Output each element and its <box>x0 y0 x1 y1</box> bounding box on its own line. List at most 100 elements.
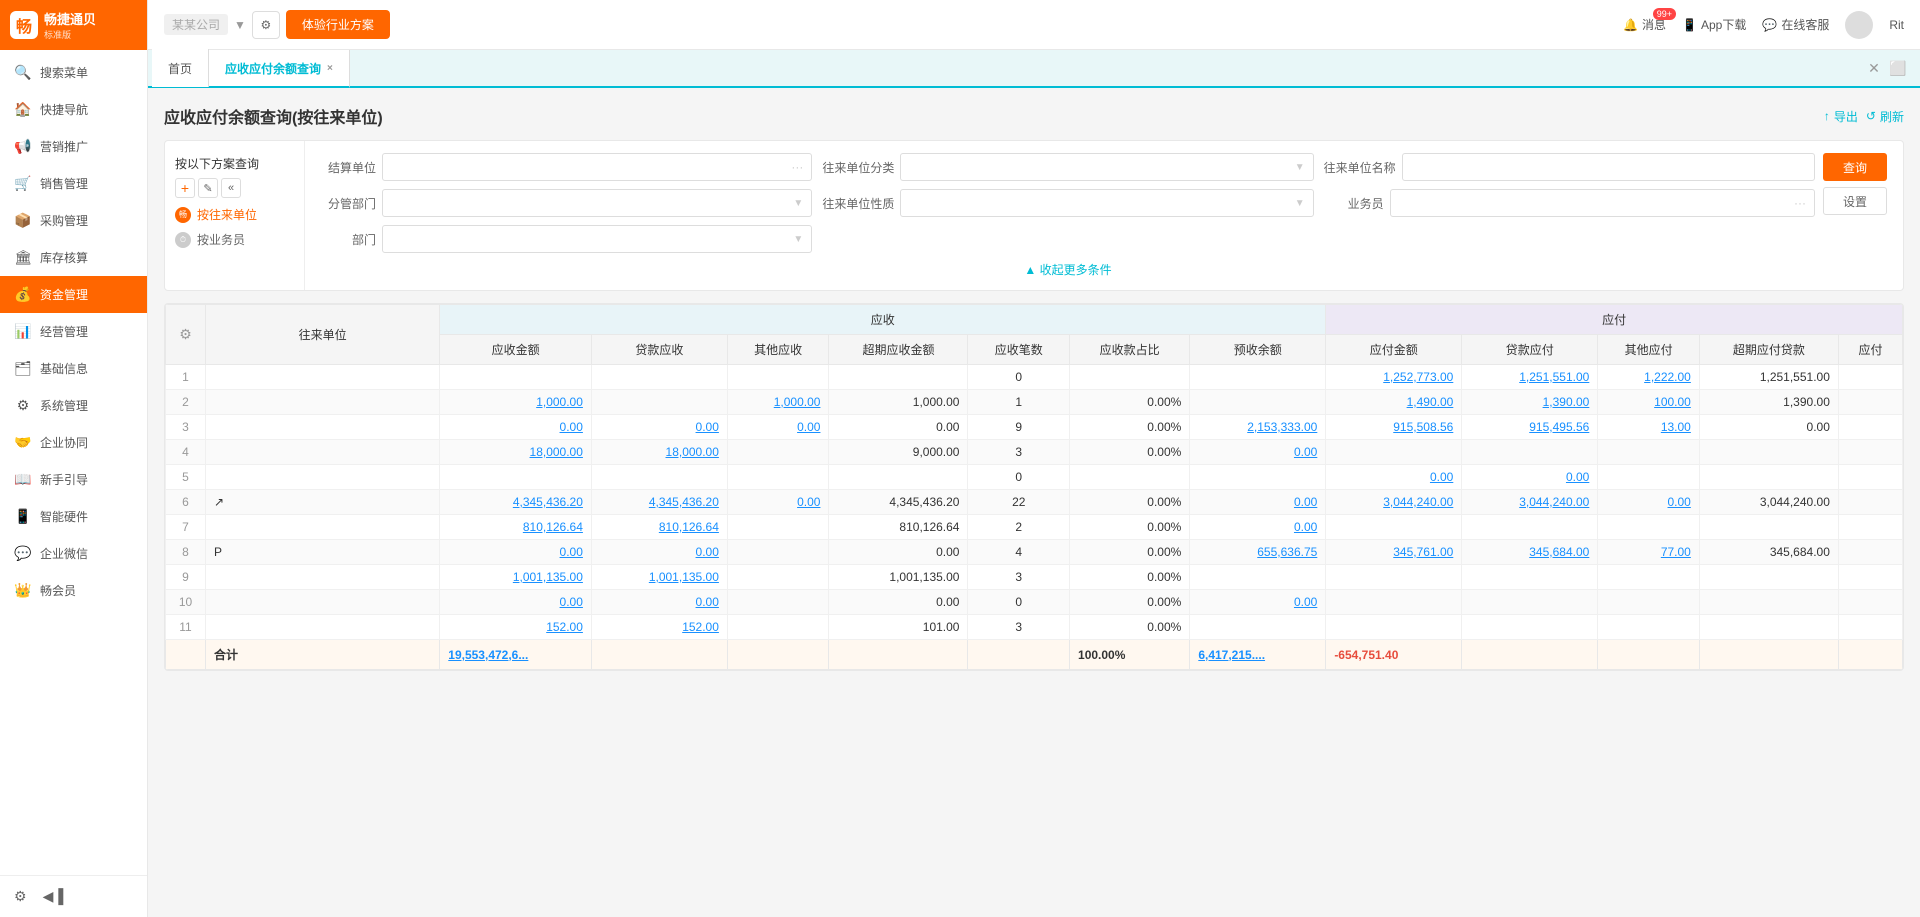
dept-select[interactable]: ▼ <box>382 189 812 217</box>
row-cell[interactable]: 1,000.00 <box>440 390 592 415</box>
row-cell[interactable]: 3,044,240.00 <box>1462 490 1598 515</box>
close-window-button[interactable]: ✕ <box>1864 58 1884 78</box>
row-cell[interactable] <box>727 440 829 465</box>
row-cell[interactable]: 4,345,436.20 <box>591 490 727 515</box>
row-cell[interactable]: 18,000.00 <box>440 440 592 465</box>
row-cell[interactable]: 0.00 <box>1190 440 1326 465</box>
row-cell[interactable]: 810,126.64 <box>591 515 727 540</box>
sidebar-item-guide[interactable]: 📖 新手引导 <box>0 461 147 498</box>
row-cell[interactable] <box>727 590 829 615</box>
row-cell[interactable]: 0.00 <box>591 540 727 565</box>
app-download-button[interactable]: 📱 App下载 <box>1682 16 1746 33</box>
row-cell[interactable] <box>1326 440 1462 465</box>
row-cell[interactable] <box>1462 590 1598 615</box>
row-cell[interactable] <box>1190 465 1326 490</box>
collapse-sidebar-button[interactable]: ◀▐ <box>43 888 64 905</box>
edit-scheme-button[interactable]: ✎ <box>198 178 218 198</box>
row-cell[interactable] <box>1598 590 1700 615</box>
footer-ar-prepay[interactable]: 6,417,215.... <box>1190 640 1326 670</box>
sidebar-item-quick[interactable]: 🏠 快捷导航 <box>0 91 147 128</box>
row-cell[interactable] <box>440 365 592 390</box>
settlement-unit-input[interactable]: ··· <box>382 153 812 181</box>
export-button[interactable]: ↑ 导出 <box>1824 108 1858 125</box>
query-button[interactable]: 查询 <box>1823 153 1887 181</box>
row-cell[interactable]: 0.00 <box>440 540 592 565</box>
row-cell[interactable] <box>1598 440 1700 465</box>
row-cell[interactable] <box>1462 615 1598 640</box>
add-scheme-button[interactable]: + <box>175 178 195 198</box>
scheme-by-salesperson[interactable]: ⏱ 按业务员 <box>165 227 304 252</box>
sidebar-item-wechat[interactable]: 💬 企业微信 <box>0 535 147 572</box>
user-name[interactable]: Rit <box>1889 18 1904 32</box>
sidebar-item-hardware[interactable]: 📱 智能硬件 <box>0 498 147 535</box>
sidebar-item-member[interactable]: 👑 畅会员 <box>0 572 147 609</box>
sidebar-item-ops[interactable]: 📊 经营管理 <box>0 313 147 350</box>
row-cell[interactable] <box>1598 615 1700 640</box>
tab-close-button[interactable]: × <box>327 63 333 74</box>
breadcrumb-dropdown-icon[interactable]: ▼ <box>234 18 246 32</box>
row-cell[interactable]: 915,495.56 <box>1462 415 1598 440</box>
table-settings-icon[interactable]: ⚙ <box>179 326 192 342</box>
footer-ar-amount[interactable]: 19,553,472,6... <box>440 640 592 670</box>
row-cell[interactable] <box>591 390 727 415</box>
settings-gear-button[interactable]: ⚙ <box>252 11 280 39</box>
row-cell[interactable]: 77.00 <box>1598 540 1700 565</box>
row-cell[interactable]: 152.00 <box>591 615 727 640</box>
row-cell[interactable]: 0.00 <box>1190 490 1326 515</box>
sidebar-item-finance[interactable]: 💰 资金管理 <box>0 276 147 313</box>
notice-button[interactable]: 🔔 消息 99+ <box>1623 16 1666 33</box>
row-cell[interactable]: 0.00 <box>727 415 829 440</box>
row-cell[interactable]: 0.00 <box>591 415 727 440</box>
row-cell[interactable] <box>591 365 727 390</box>
sidebar-item-search[interactable]: 🔍 搜索菜单 <box>0 54 147 91</box>
salesperson-input[interactable]: ··· <box>1390 189 1815 217</box>
row-cell[interactable]: 100.00 <box>1598 390 1700 415</box>
row-cell[interactable] <box>1462 565 1598 590</box>
row-cell[interactable] <box>727 515 829 540</box>
partner-name-input[interactable] <box>1402 153 1815 181</box>
sidebar-item-marketing[interactable]: 📢 营销推广 <box>0 128 147 165</box>
row-cell[interactable]: 810,126.64 <box>440 515 592 540</box>
trial-solution-button[interactable]: 体验行业方案 <box>286 10 390 39</box>
avatar[interactable] <box>1845 11 1873 39</box>
row-cell[interactable] <box>1326 615 1462 640</box>
row-cell[interactable]: 0.00 <box>1190 590 1326 615</box>
row-cell[interactable]: 1,001,135.00 <box>591 565 727 590</box>
maximize-window-button[interactable]: ⬜ <box>1888 58 1908 78</box>
row-cell[interactable]: 1,252,773.00 <box>1326 365 1462 390</box>
department-select[interactable]: ▼ <box>382 225 812 253</box>
tab-ar-query[interactable]: 应收应付余额查询 × <box>209 50 350 88</box>
row-cell[interactable] <box>1598 515 1700 540</box>
row-cell[interactable]: 0.00 <box>440 590 592 615</box>
row-cell[interactable]: 0.00 <box>1190 515 1326 540</box>
sidebar-item-inventory[interactable]: 🏛 库存核算 <box>0 239 147 276</box>
row-cell[interactable] <box>1190 365 1326 390</box>
row-cell[interactable] <box>1326 590 1462 615</box>
row-cell[interactable] <box>1190 615 1326 640</box>
row-cell[interactable]: 0.00 <box>440 415 592 440</box>
partner-category-select[interactable]: ▼ <box>900 153 1313 181</box>
row-cell[interactable]: 3,044,240.00 <box>1326 490 1462 515</box>
row-cell[interactable]: 1,390.00 <box>1462 390 1598 415</box>
partner-nature-select[interactable]: ▼ <box>900 189 1313 217</box>
sidebar-item-basic[interactable]: 🗂 基础信息 <box>0 350 147 387</box>
row-cell[interactable]: 0.00 <box>1462 465 1598 490</box>
collapse-more-button[interactable]: ▲ 收起更多条件 <box>1024 263 1111 277</box>
row-cell[interactable] <box>727 615 829 640</box>
row-cell[interactable] <box>1190 390 1326 415</box>
row-cell[interactable]: 18,000.00 <box>591 440 727 465</box>
row-cell[interactable] <box>1326 565 1462 590</box>
row-cell[interactable] <box>1462 515 1598 540</box>
settings-button[interactable]: ⚙ <box>14 888 27 905</box>
row-cell[interactable]: 13.00 <box>1598 415 1700 440</box>
row-cell[interactable]: 345,684.00 <box>1462 540 1598 565</box>
row-cell[interactable]: 915,508.56 <box>1326 415 1462 440</box>
refresh-button[interactable]: ↺ 刷新 <box>1866 108 1904 125</box>
row-cell[interactable]: 152.00 <box>440 615 592 640</box>
online-service-button[interactable]: 💬 在线客服 <box>1762 16 1829 33</box>
row-cell[interactable] <box>1462 440 1598 465</box>
row-cell[interactable] <box>591 465 727 490</box>
row-cell[interactable] <box>1598 465 1700 490</box>
row-cell[interactable]: 1,222.00 <box>1598 365 1700 390</box>
collapse-scheme-button[interactable]: « <box>221 178 241 198</box>
